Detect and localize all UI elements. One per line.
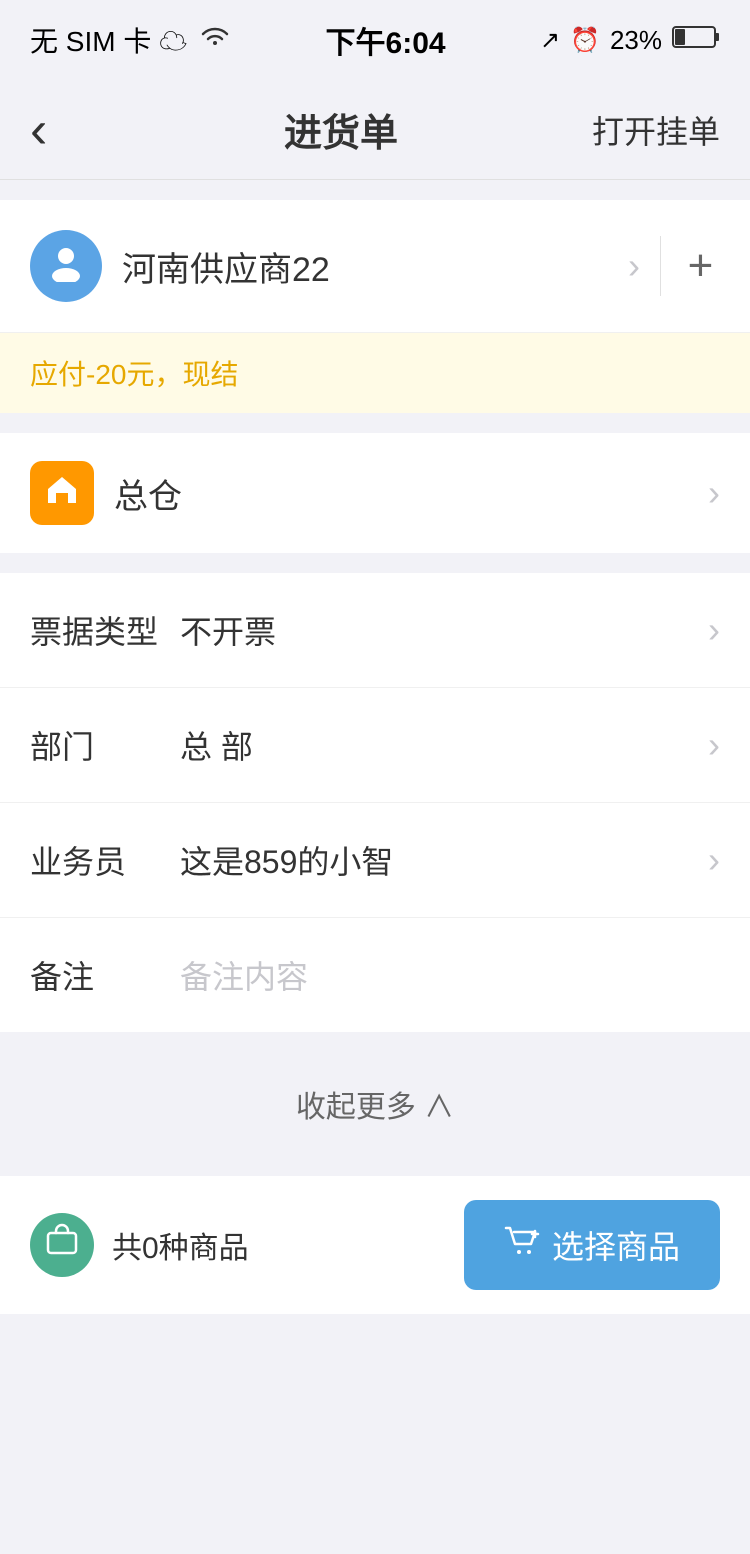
status-bar: 无 SIM 卡 ☁ 下午6:04 ↗ ⏰ 23% [0,0,750,80]
department-chevron-icon: › [708,724,720,766]
supplier-name[interactable]: 河南供应商22 [122,242,618,291]
salesperson-label: 业务员 [30,837,160,883]
notice-text: 应付-20元，现结 [30,359,238,390]
department-row[interactable]: 部门 总 部 › [0,688,750,803]
time-display: 下午6:04 [326,18,446,62]
invoice-type-chevron-icon: › [708,609,720,651]
collapse-button[interactable]: 收起更多 ∧ [0,1052,750,1156]
supplier-row: 河南供应商22 › + [0,200,750,333]
select-cart-icon [504,1226,540,1264]
warehouse-icon [44,471,80,515]
wifi-icon [199,24,231,56]
salesperson-row[interactable]: 业务员 这是859的小智 › [0,803,750,918]
open-pending-button[interactable]: 打开挂单 [592,107,720,153]
back-button[interactable]: ‹ [30,100,90,160]
supplier-section: 河南供应商22 › + 应付-20元，现结 [0,200,750,413]
remark-input[interactable]: 备注内容 [160,952,720,998]
product-count-text: 共0种商品 [112,1223,249,1267]
warehouse-chevron-icon: › [708,472,720,514]
product-icon-wrap [30,1213,94,1277]
select-product-label: 选择商品 [552,1222,680,1268]
notice-bar: 应付-20元，现结 [0,333,750,413]
invoice-type-row[interactable]: 票据类型 不开票 › [0,573,750,688]
no-sim-label: 无 SIM 卡 ☁ [30,20,187,60]
salesperson-value: 这是859的小智 [160,837,698,883]
warehouse-row[interactable]: 总仓 › [0,433,750,553]
supplier-avatar [30,230,102,302]
warehouse-icon-wrap [30,461,94,525]
form-section: 票据类型 不开票 › 部门 总 部 › 业务员 这是859的小智 › 备注 备注… [0,573,750,1032]
battery-label: 23% [610,25,662,56]
warehouse-name: 总仓 [114,469,698,518]
alarm-icon: ⏰ [570,26,600,55]
salesperson-chevron-icon: › [708,839,720,881]
status-left: 无 SIM 卡 ☁ [30,20,231,60]
bottom-bar: 共0种商品 选择商品 [0,1176,750,1314]
battery-icon [672,24,720,57]
page-title: 进货单 [284,102,398,157]
avatar-icon [46,242,86,291]
department-value: 总 部 [160,722,698,768]
product-count: 共0种商品 [30,1213,249,1277]
nav-bar: ‹ 进货单 打开挂单 [0,80,750,180]
content: 河南供应商22 › + 应付-20元，现结 总仓 › 票据类型 不开票 [0,200,750,1554]
department-label: 部门 [30,722,160,768]
supplier-chevron-icon: › [628,245,640,287]
status-right: ↗ ⏰ 23% [540,24,720,57]
gray-fill [0,1314,750,1514]
add-button[interactable]: + [660,236,720,296]
warehouse-section[interactable]: 总仓 › [0,433,750,553]
invoice-type-label: 票据类型 [30,607,160,653]
product-icon [44,1223,80,1267]
collapse-label: 收起更多 ∧ [296,1091,454,1124]
invoice-type-value: 不开票 [160,607,698,653]
remark-label: 备注 [30,952,160,998]
select-product-button[interactable]: 选择商品 [464,1200,720,1290]
location-icon: ↗ [540,26,560,55]
remark-row[interactable]: 备注 备注内容 [0,918,750,1032]
